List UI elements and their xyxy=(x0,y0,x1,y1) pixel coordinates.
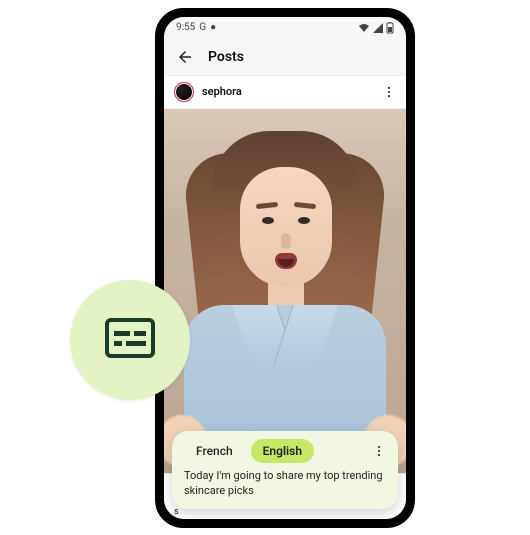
dot-icon: ● xyxy=(210,22,216,33)
phone-frame: 9:55 G ● Posts xyxy=(155,8,415,528)
signal-icon xyxy=(373,23,383,33)
status-time: 9:55 xyxy=(176,22,195,33)
battery-icon xyxy=(386,22,394,34)
phone-screen: 9:55 G ● Posts xyxy=(164,17,406,519)
captions-icon xyxy=(104,317,156,363)
wifi-icon xyxy=(358,23,370,33)
avatar[interactable] xyxy=(174,82,194,102)
person-illustration xyxy=(164,109,406,473)
post-header: sephora xyxy=(164,75,406,109)
live-caption-card: French English Today I'm going to share … xyxy=(172,431,398,509)
language-row: French English xyxy=(184,439,386,463)
google-icon: G xyxy=(199,22,206,33)
live-caption-badge xyxy=(70,280,190,400)
caption-more-icon[interactable] xyxy=(372,444,386,458)
back-arrow-icon[interactable] xyxy=(176,48,194,66)
language-french[interactable]: French xyxy=(184,439,245,463)
caption-text: Today I'm going to share my top trending… xyxy=(184,469,386,499)
more-options-icon[interactable] xyxy=(382,85,396,99)
app-header: Posts xyxy=(164,39,406,75)
status-bar: 9:55 G ● xyxy=(164,17,406,39)
header-title: Posts xyxy=(208,49,244,65)
post-media[interactable] xyxy=(164,109,406,473)
language-english[interactable]: English xyxy=(251,439,314,463)
post-username[interactable]: sephora xyxy=(202,85,374,98)
